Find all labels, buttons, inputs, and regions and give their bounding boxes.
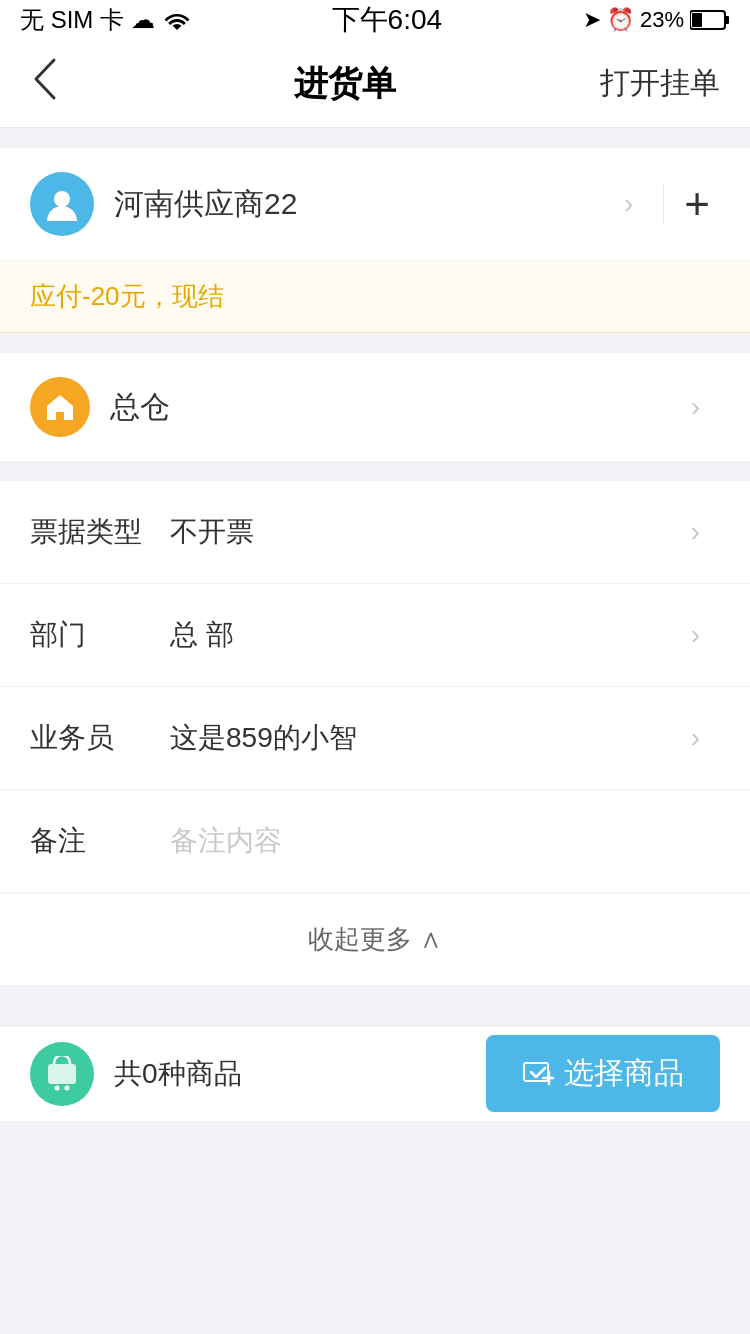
signal-text: 无 SIM 卡 ☁ [20, 4, 155, 36]
battery-text: 23% [640, 7, 684, 33]
battery-icon [690, 9, 730, 31]
svg-rect-1 [725, 16, 729, 24]
status-right: ➤ ⏰ 23% [583, 7, 730, 33]
status-bar: 无 SIM 卡 ☁ 下午6:04 ➤ ⏰ 23% [0, 0, 750, 40]
select-product-icon [522, 1058, 554, 1090]
wifi-icon [163, 10, 191, 30]
warehouse-row[interactable]: 总仓 › [0, 353, 750, 461]
supplier-name: 河南供应商22 [114, 184, 624, 225]
svg-point-3 [54, 191, 70, 207]
warehouse-chevron-icon: › [691, 391, 700, 423]
svg-rect-4 [56, 412, 64, 420]
supplier-row[interactable]: 河南供应商22 › + [0, 148, 750, 261]
warehouse-icon [30, 377, 90, 437]
invoice-row[interactable]: 票据类型 不开票 › [0, 481, 750, 584]
invoice-label: 票据类型 [30, 513, 150, 551]
location-icon: ➤ [583, 7, 601, 33]
svg-rect-5 [48, 1064, 76, 1084]
department-value: 总 部 [150, 616, 691, 654]
section-gap-4 [0, 985, 750, 1005]
svg-point-7 [65, 1085, 70, 1090]
remark-input[interactable] [150, 825, 720, 857]
salesman-label: 业务员 [30, 719, 150, 757]
supplier-divider [663, 184, 664, 224]
supplier-notice: 应付-20元，现结 [0, 261, 750, 333]
salesman-row[interactable]: 业务员 这是859的小智 › [0, 687, 750, 790]
invoice-chevron-icon: › [691, 516, 700, 548]
alarm-icon: ⏰ [607, 7, 634, 33]
status-left: 无 SIM 卡 ☁ [20, 4, 191, 36]
back-button[interactable] [30, 56, 90, 111]
collapse-button[interactable]: 收起更多 ∧ [0, 893, 750, 985]
warehouse-name: 总仓 [110, 387, 691, 428]
remark-row[interactable]: 备注 [0, 790, 750, 893]
supplier-avatar [30, 172, 94, 236]
select-product-button[interactable]: 选择商品 [486, 1035, 720, 1112]
page-title: 进货单 [294, 61, 396, 107]
section-gap-2 [0, 333, 750, 353]
cart-icon [44, 1056, 80, 1092]
salesman-chevron-icon: › [691, 722, 700, 754]
svg-point-6 [55, 1085, 60, 1090]
open-pending-button[interactable]: 打开挂单 [600, 63, 720, 104]
department-chevron-icon: › [691, 619, 700, 651]
invoice-value: 不开票 [150, 513, 691, 551]
form-section: 票据类型 不开票 › 部门 总 部 › 业务员 这是859的小智 › 备注 收起… [0, 481, 750, 985]
status-time: 下午6:04 [332, 1, 443, 39]
department-label: 部门 [30, 616, 150, 654]
supplier-avatar-icon [43, 185, 81, 223]
supplier-chevron-icon: › [624, 188, 633, 220]
product-cart-icon [30, 1042, 94, 1106]
select-product-label: 选择商品 [564, 1053, 684, 1094]
product-count: 共0种商品 [114, 1055, 486, 1093]
add-supplier-button[interactable]: + [674, 179, 720, 229]
section-gap-3 [0, 461, 750, 481]
bottom-bar: 共0种商品 选择商品 [0, 1025, 750, 1121]
section-gap-1 [0, 128, 750, 148]
warehouse-section: 总仓 › [0, 353, 750, 461]
svg-rect-2 [692, 13, 702, 27]
remark-label: 备注 [30, 822, 150, 860]
collapse-label: 收起更多 ∧ [308, 922, 441, 957]
department-row[interactable]: 部门 总 部 › [0, 584, 750, 687]
salesman-value: 这是859的小智 [150, 719, 691, 757]
page-background [0, 1121, 750, 1334]
supplier-section: 河南供应商22 › + 应付-20元，现结 [0, 148, 750, 333]
warehouse-house-icon [43, 390, 77, 424]
nav-bar: 进货单 打开挂单 [0, 40, 750, 128]
